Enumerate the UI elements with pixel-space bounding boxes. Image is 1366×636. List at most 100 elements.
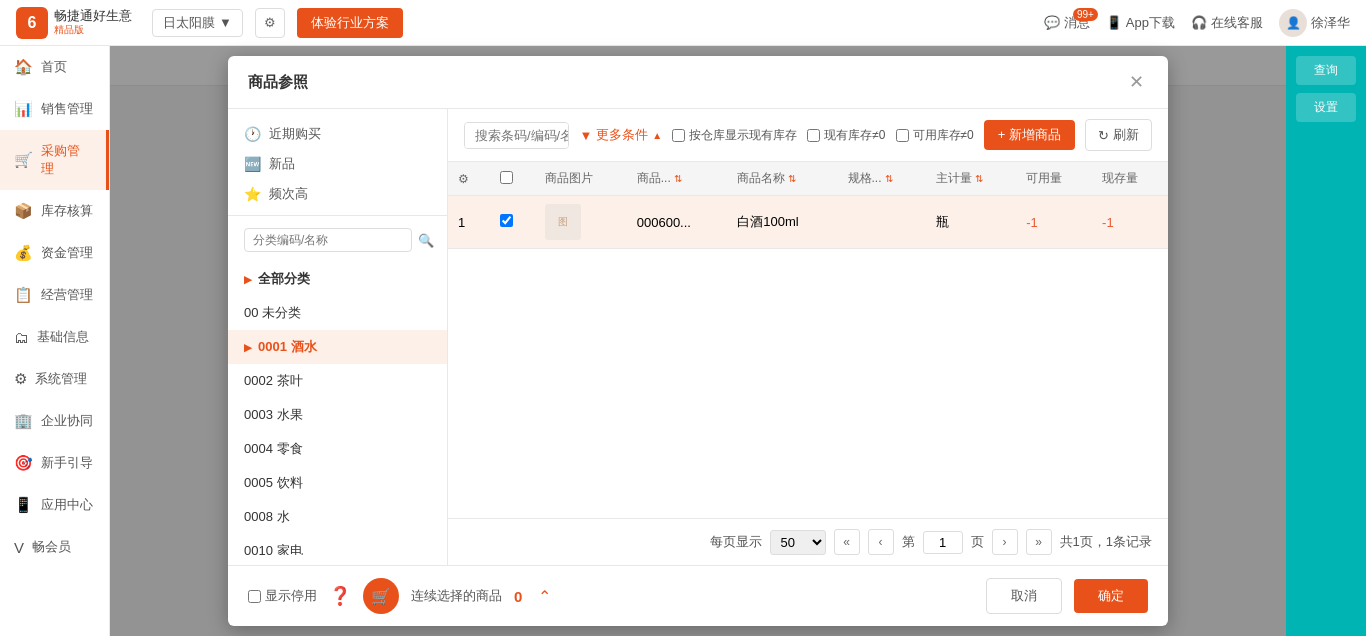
last-page-btn[interactable]: » <box>1026 529 1052 555</box>
sort-icon-unit: ⇅ <box>975 173 983 184</box>
row-checkbox[interactable] <box>500 214 513 227</box>
th-available: 可用量 <box>1016 162 1092 196</box>
sort-icon-code: ⇅ <box>674 173 682 184</box>
sort-icon-name: ⇅ <box>788 173 796 184</box>
current-stock-input[interactable] <box>807 129 820 142</box>
apps-icon: 📱 <box>14 496 33 514</box>
more-filters-btn[interactable]: ▼ 更多条件 ▲ <box>579 126 662 144</box>
sidebar-item-finance[interactable]: 💰 资金管理 <box>0 232 109 274</box>
sidebar-item-member[interactable]: V 畅会员 <box>0 526 109 568</box>
category-item-water[interactable]: 0008 水 <box>228 500 447 534</box>
product-table: ⚙ 商品图片 商品... ⇅ <box>448 162 1168 249</box>
add-product-btn[interactable]: + 新增商品 <box>984 120 1075 150</box>
category-item-uncategorized[interactable]: 00 未分类 <box>228 296 447 330</box>
top-nav: 6 畅捷通好生意 精品版 日太阳膜 ▼ ⚙ 体验行业方案 💬 消息 99+ 📱 … <box>0 0 1366 46</box>
cell-spec <box>838 196 926 249</box>
avatar: 👤 <box>1279 9 1307 37</box>
sidebar-item-apps[interactable]: 📱 应用中心 <box>0 484 109 526</box>
th-code[interactable]: 商品... ⇅ <box>627 162 728 196</box>
category-item-beverage[interactable]: 0005 饮料 <box>228 466 447 500</box>
trial-btn[interactable]: 体验行业方案 <box>297 8 403 38</box>
th-image: 商品图片 <box>535 162 627 196</box>
quick-filter-freq[interactable]: ⭐ 频次高 <box>228 179 447 209</box>
main-area: 商品参照 ✕ 🕐 近期购买 🆕 新品 <box>110 46 1286 636</box>
basic-icon: 🗂 <box>14 329 29 346</box>
app-download-btn[interactable]: 📱 App下载 <box>1106 14 1175 32</box>
user-area[interactable]: 👤 徐泽华 <box>1279 9 1350 37</box>
category-search-icon[interactable]: 🔍 <box>418 233 434 248</box>
cell-name: 白酒100ml <box>727 196 837 249</box>
next-page-btn[interactable]: › <box>992 529 1018 555</box>
cell-checkbox[interactable] <box>490 196 535 249</box>
select-all-checkbox[interactable] <box>500 171 513 184</box>
right-panel-btn-2[interactable]: 设置 <box>1296 93 1356 122</box>
filter-icon: ▼ <box>579 128 592 143</box>
current-stock-checkbox[interactable]: 现有库存≠0 <box>807 127 885 144</box>
sidebar-item-home[interactable]: 🏠 首页 <box>0 46 109 88</box>
sidebar-item-system[interactable]: ⚙ 系统管理 <box>0 358 109 400</box>
right-panel-btn-1[interactable]: 查询 <box>1296 56 1356 85</box>
sidebar: 🏠 首页 📊 销售管理 🛒 采购管理 📦 库存核算 💰 资金管理 📋 经营管理 … <box>0 46 110 636</box>
category-item-appliance[interactable]: 0010 家电 <box>228 534 447 555</box>
product-search-input[interactable] <box>465 123 569 148</box>
display-disabled-input[interactable] <box>248 590 261 603</box>
per-page-select[interactable]: 50 100 200 <box>770 530 826 555</box>
category-item-liquor[interactable]: ▶ 0001 酒水 <box>228 330 447 364</box>
first-page-btn[interactable]: « <box>834 529 860 555</box>
category-search-row: 🔍 <box>228 222 447 258</box>
nav-dropdown[interactable]: 日太阳膜 ▼ <box>152 9 243 37</box>
collapse-selected-btn[interactable]: ⌃ <box>538 587 551 606</box>
product-search-bar[interactable]: 🔍 <box>464 122 569 149</box>
page-number-input[interactable] <box>923 531 963 554</box>
sidebar-item-stock[interactable]: 📦 库存核算 <box>0 190 109 232</box>
clock-icon: 🕐 <box>244 126 261 142</box>
category-item-fruit[interactable]: 0003 水果 <box>228 398 447 432</box>
sidebar-item-collab[interactable]: 🏢 企业协同 <box>0 400 109 442</box>
help-icon[interactable]: ❓ <box>329 585 351 607</box>
guide-icon: 🎯 <box>14 454 33 472</box>
sidebar-item-operation[interactable]: 📋 经营管理 <box>0 274 109 316</box>
prev-page-btn[interactable]: ‹ <box>868 529 894 555</box>
quick-filter-recent[interactable]: 🕐 近期购买 <box>228 119 447 149</box>
th-name[interactable]: 商品名称 ⇅ <box>727 162 837 196</box>
modal-dialog: 商品参照 ✕ 🕐 近期购买 🆕 新品 <box>228 56 1168 626</box>
th-spec[interactable]: 规格... ⇅ <box>838 162 926 196</box>
warehouse-filter-checkbox[interactable]: 按仓库显示现有库存 <box>672 127 797 144</box>
right-panel: 查询 设置 <box>1286 46 1366 636</box>
settings-icon[interactable]: ⚙ <box>255 8 285 38</box>
sidebar-item-sales[interactable]: 📊 销售管理 <box>0 88 109 130</box>
sidebar-item-guide[interactable]: 🎯 新手引导 <box>0 442 109 484</box>
online-service-btn[interactable]: 🎧 在线客服 <box>1191 14 1263 32</box>
star-icon: ⭐ <box>244 186 261 202</box>
phone-icon: 📱 <box>1106 15 1122 30</box>
category-search-input[interactable] <box>244 228 412 252</box>
modal-footer: 显示停用 ❓ 🛒 连续选择的商品 0 ⌃ 取消 确定 <box>228 565 1168 626</box>
refresh-btn[interactable]: ↻ 刷新 <box>1085 119 1152 151</box>
avail-stock-input[interactable] <box>896 129 909 142</box>
cell-index: 1 <box>448 196 490 249</box>
th-settings[interactable]: ⚙ <box>448 162 490 196</box>
category-item-all[interactable]: ▶ 全部分类 <box>228 262 447 296</box>
warehouse-checkbox-input[interactable] <box>672 129 685 142</box>
category-item-tea[interactable]: 0002 茶叶 <box>228 364 447 398</box>
modal-header: 商品参照 ✕ <box>228 56 1168 109</box>
sidebar-item-basic[interactable]: 🗂 基础信息 <box>0 316 109 358</box>
quick-filter-new[interactable]: 🆕 新品 <box>228 149 447 179</box>
category-item-snack[interactable]: 0004 零食 <box>228 432 447 466</box>
cell-unit: 瓶 <box>926 196 1017 249</box>
messages-btn[interactable]: 💬 消息 99+ <box>1044 14 1090 32</box>
cancel-btn[interactable]: 取消 <box>986 578 1062 614</box>
cart-icon[interactable]: 🛒 <box>363 578 399 614</box>
modal-body: 🕐 近期购买 🆕 新品 ⭐ 频次高 <box>228 109 1168 565</box>
home-icon: 🏠 <box>14 58 33 76</box>
close-icon[interactable]: ✕ <box>1124 70 1148 94</box>
modal-left-panel: 🕐 近期购买 🆕 新品 ⭐ 频次高 <box>228 109 448 565</box>
th-checkbox[interactable] <box>490 162 535 196</box>
table-row[interactable]: 1 图 000600... 白酒100ml 瓶 <box>448 196 1168 249</box>
display-disabled-checkbox[interactable]: 显示停用 <box>248 587 317 605</box>
sidebar-item-purchase[interactable]: 🛒 采购管理 <box>0 130 109 190</box>
th-unit[interactable]: 主计量 ⇅ <box>926 162 1017 196</box>
confirm-btn[interactable]: 确定 <box>1074 579 1148 613</box>
chevron-down-icon: ▼ <box>219 15 232 30</box>
avail-stock-checkbox[interactable]: 可用库存≠0 <box>896 127 974 144</box>
